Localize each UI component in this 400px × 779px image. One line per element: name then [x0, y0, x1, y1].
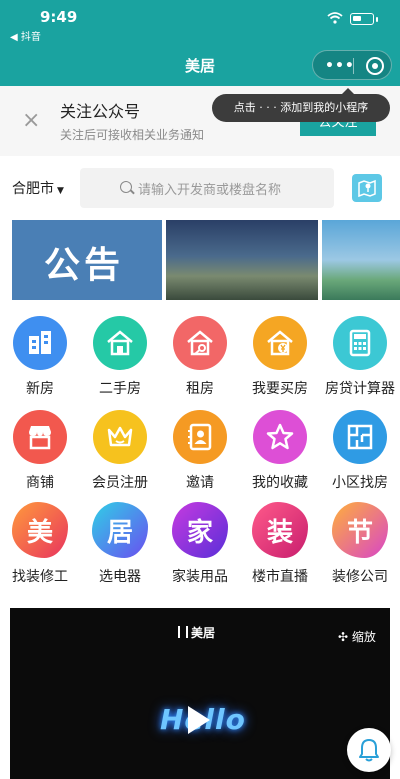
grid-item-choose-appliances[interactable]: 居 选电器: [80, 498, 160, 590]
logo-mark-icon: [178, 626, 188, 638]
grid-item-label: 家装用品: [172, 569, 228, 585]
video-logo-text: 美居: [191, 626, 216, 640]
grid-item-my-favorites[interactable]: 我的收藏: [240, 404, 320, 496]
function-grid: 新房 二手房 租房 我要买房 房贷计算器 商铺 会员注册 邀请 我的收藏 小区找…: [0, 310, 400, 600]
banner-announcement-label: 公告: [44, 245, 125, 286]
grid-item-label: 商铺: [26, 475, 54, 491]
mini-program-capsule: •••: [312, 50, 392, 80]
grid-item-buy-house[interactable]: 我要买房: [240, 310, 320, 402]
shrink-label: 缩放: [351, 630, 376, 644]
house-key-icon: [173, 316, 227, 370]
search-input[interactable]: 请输入开发商或楼盘名称: [80, 168, 334, 208]
follow-subtitle: 关注后可接收相关业务通知: [60, 128, 205, 142]
grid-item-label: 邀请: [186, 475, 214, 491]
contact-book-icon: [173, 410, 227, 464]
crown-icon: [93, 410, 147, 464]
battery-icon: [350, 13, 374, 25]
badge-char: 家: [186, 518, 213, 548]
play-icon[interactable]: [188, 706, 210, 734]
search-icon: [120, 181, 132, 193]
search-placeholder: 请输入开发商或楼盘名称: [138, 183, 282, 198]
calculator-icon: [333, 316, 387, 370]
grid-item-home-supplies[interactable]: 家 家装用品: [160, 498, 240, 590]
grid-item-member-register[interactable]: 会员注册: [80, 404, 160, 496]
map-pin-icon: [358, 179, 376, 198]
jia-badge-icon: 家: [172, 502, 228, 558]
grid-item-label: 二手房: [99, 381, 141, 397]
grid-item-rent[interactable]: 租房: [160, 310, 240, 402]
badge-char: 美: [26, 518, 53, 548]
banner-announcement[interactable]: 公告: [12, 220, 162, 300]
shop-icon: [13, 410, 67, 464]
house-icon: [93, 316, 147, 370]
grid-item-label: 租房: [186, 381, 214, 397]
grid-item-label: 装修公司: [332, 569, 388, 585]
jie-badge-icon: 节: [332, 502, 388, 558]
grid-item-label: 楼市直播: [252, 569, 308, 585]
grid-item-market-live[interactable]: 装 楼市直播: [240, 498, 320, 590]
close-mini-program-icon[interactable]: [366, 57, 384, 75]
mei-badge-icon: 美: [12, 502, 68, 558]
grid-item-label: 小区找房: [332, 475, 388, 491]
grid-item-label: 选电器: [99, 569, 141, 585]
city-label: 合肥市: [12, 181, 54, 197]
banner-waterfront-image[interactable]: [322, 220, 400, 300]
close-icon[interactable]: ×: [22, 108, 40, 133]
search-row: 合肥市 ▼ 请输入开发商或楼盘名称: [0, 156, 400, 216]
grid-item-invite[interactable]: 邀请: [160, 404, 240, 496]
more-menu-icon[interactable]: •••: [325, 58, 355, 74]
battery-tip: [376, 17, 378, 22]
video-logo: 美居: [178, 624, 215, 641]
video-player[interactable]: 美居 ✣ 缩放 Hello: [10, 608, 390, 779]
grid-item-label: 房贷计算器: [325, 381, 395, 397]
grid-item-label: 我要买房: [252, 381, 308, 397]
ju-badge-icon: 居: [92, 502, 148, 558]
grid-item-label: 我的收藏: [252, 475, 308, 491]
city-selector[interactable]: 合肥市 ▼: [12, 178, 64, 198]
bell-icon: [359, 739, 379, 762]
grid-item-label: 找装修工: [12, 569, 68, 585]
back-to-app-link[interactable]: ◀ 抖音: [10, 28, 41, 43]
grid-item-new-house[interactable]: 新房: [0, 310, 80, 402]
capsule-divider: [353, 58, 354, 74]
add-to-my-programs-tooltip: 点击 · · · 添加到我的小程序: [212, 88, 390, 122]
shrink-button[interactable]: ✣ 缩放: [338, 628, 376, 645]
grid-item-second-hand-house[interactable]: 二手房: [80, 310, 160, 402]
star-icon: [253, 410, 307, 464]
nav-bar: 美居 •••: [0, 44, 400, 86]
badge-char: 装: [266, 518, 293, 548]
grid-item-label: 新房: [26, 381, 54, 397]
building-icon: [13, 316, 67, 370]
grid-item-community-search[interactable]: 小区找房: [320, 404, 400, 496]
follow-title: 关注公众号: [60, 102, 141, 121]
banner-carousel[interactable]: 公告: [12, 220, 400, 300]
grid-item-decoration-company[interactable]: 节 装修公司: [320, 498, 400, 590]
floorplan-icon: [333, 410, 387, 464]
status-time: 9:49: [40, 8, 78, 26]
caret-down-icon: ▼: [57, 186, 64, 196]
notification-bell-button[interactable]: [347, 728, 391, 772]
grid-item-shop[interactable]: 商铺: [0, 404, 80, 496]
map-search-button[interactable]: [352, 174, 382, 202]
banner-aerial-city-image[interactable]: [166, 220, 318, 300]
zhuang-badge-icon: 装: [252, 502, 308, 558]
house-yen-icon: [253, 316, 307, 370]
badge-char: 居: [106, 518, 133, 548]
badge-char: 节: [346, 518, 373, 548]
grid-item-label: 会员注册: [92, 475, 148, 491]
status-bar: 9:49 ◀ 抖音: [0, 0, 400, 44]
grid-item-find-decorator[interactable]: 美 找装修工: [0, 498, 80, 590]
shrink-icon: ✣: [338, 630, 352, 644]
grid-item-mortgage-calculator[interactable]: 房贷计算器: [320, 310, 400, 402]
wifi-icon: [327, 12, 343, 24]
